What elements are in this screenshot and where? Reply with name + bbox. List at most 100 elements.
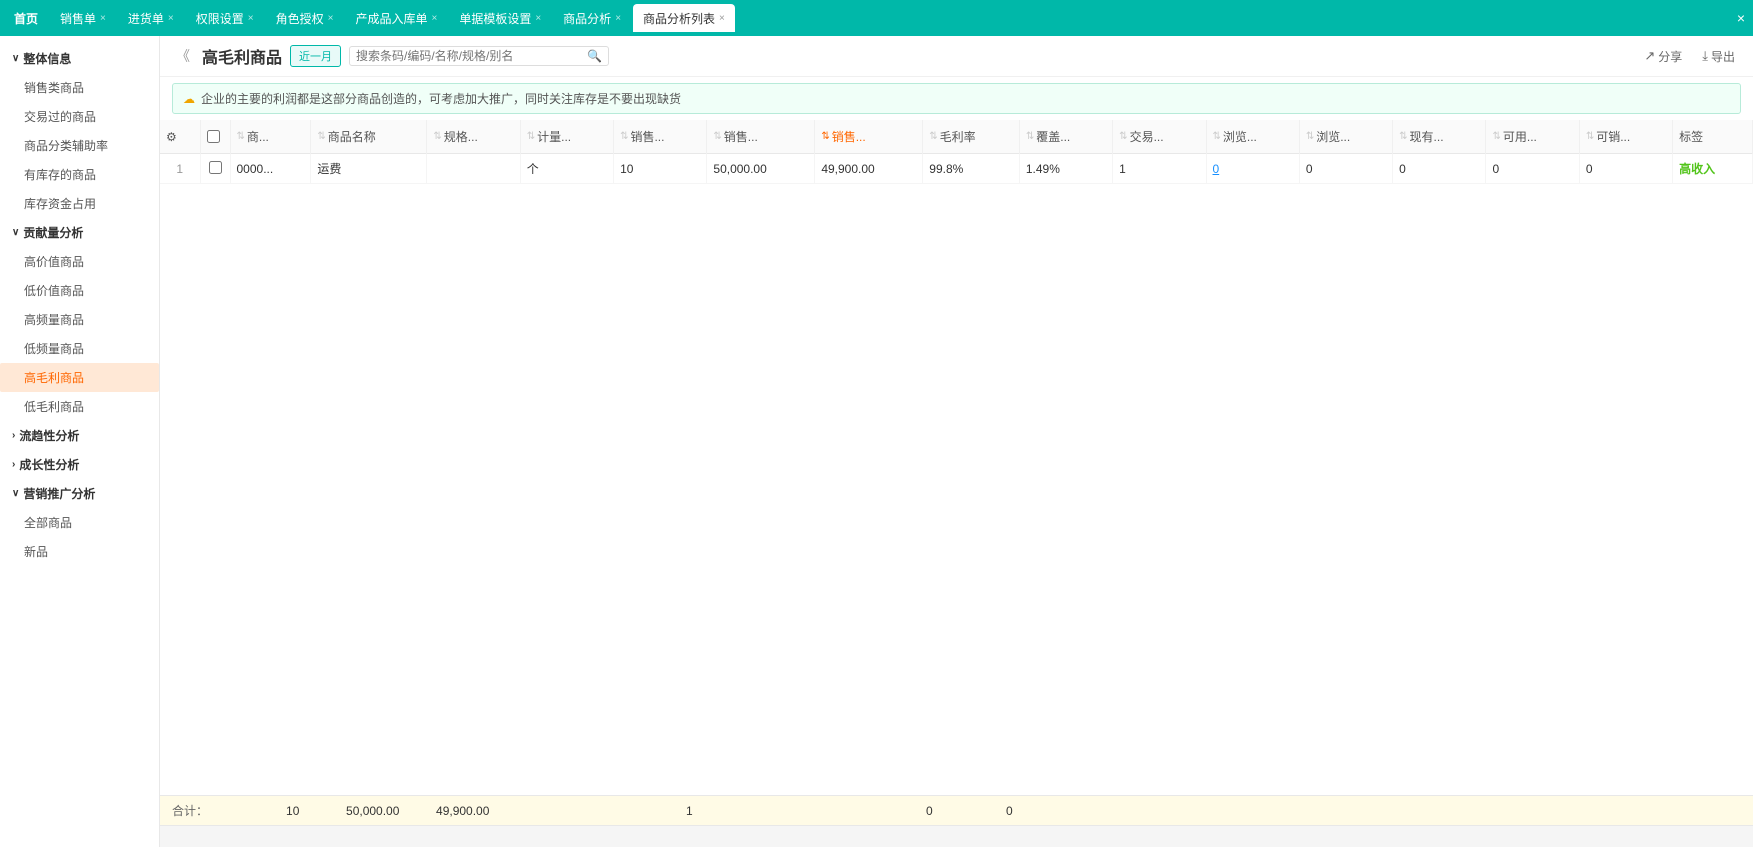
sidebar-item-high-margin[interactable]: 高毛利商品 [0,363,159,392]
info-banner: ☁ 企业的主要的利润都是这部分商品创造的，可考虑加大推广，同时关注库存是不要出现… [172,83,1741,114]
th-browse2[interactable]: ⇅ 浏览... [1299,120,1392,154]
th-tag[interactable]: 标签 [1673,120,1753,154]
tab-product-in-close[interactable]: × [431,13,437,24]
th-unit[interactable]: ⇅ 计量... [520,120,613,154]
th-current-sort-icon: ⇅ [1399,131,1407,142]
export-button[interactable]: ⤓ 导出 [1696,45,1741,68]
sidebar-group-trend[interactable]: › 流趋性分析 [0,421,159,450]
sidebar-item-inventory-goods[interactable]: 有库存的商品 [0,160,159,189]
th-sales-amount-sort-icon: ⇅ [713,131,721,142]
tab-permission-label: 权限设置 [196,10,244,27]
sidebar-item-new-goods[interactable]: 新品 [0,537,159,566]
cell-available: 0 [1486,154,1579,184]
tab-sales[interactable]: 销售单 × [50,4,116,32]
share-button[interactable]: ↗ 分享 [1638,45,1688,68]
cell-spec [427,154,520,184]
tab-permission[interactable]: 权限设置 × [186,4,264,32]
time-filter-button[interactable]: 近一月 [290,45,341,67]
th-sales-cost-sort-icon: ⇅ [821,131,829,142]
sidebar-group-wealth-label: 贡献量分析 [23,224,83,241]
cell-checkbox [200,154,230,184]
th-saleable[interactable]: ⇅ 可销... [1579,120,1672,154]
th-sales-amount[interactable]: ⇅ 销售... [707,120,815,154]
info-banner-text: 企业的主要的利润都是这部分商品创造的，可考虑加大推广，同时关注库存是不要出现缺货 [201,90,681,107]
tab-analysis-close[interactable]: × [615,13,621,24]
cell-sales-cost: 49,900.00 [815,154,923,184]
tab-role[interactable]: 角色授权 × [266,4,344,32]
search-box: 🔍 [349,46,609,66]
footer-current-val: 0 [920,804,1000,818]
arrow-wealth-icon: ∨ [12,227,19,238]
arrow-trend-icon: › [12,430,15,441]
arrow-growth-icon: › [12,459,15,470]
search-input[interactable] [356,49,587,63]
cell-code: 0000... [230,154,311,184]
tab-analysis-list[interactable]: 商品分析列表 × [633,4,735,32]
gear-icon[interactable]: ⚙ [166,130,177,144]
th-cover-sort-icon: ⇅ [1026,131,1034,142]
tab-product-in[interactable]: 产成品入库单 × [345,4,447,32]
th-current[interactable]: ⇅ 现有... [1393,120,1486,154]
sidebar-group-growth[interactable]: › 成长性分析 [0,450,159,479]
tab-role-close[interactable]: × [328,13,334,24]
tab-home-label: 首页 [14,10,38,27]
th-available[interactable]: ⇅ 可用... [1486,120,1579,154]
sidebar-item-low-margin[interactable]: 低毛利商品 [0,392,159,421]
window-close-button[interactable]: × [1737,10,1745,26]
sidebar-item-low-freq[interactable]: 低频量商品 [0,334,159,363]
th-spec[interactable]: ⇅ 规格... [427,120,520,154]
tab-purchase-close[interactable]: × [168,13,174,24]
sidebar-group-overall[interactable]: ∨ 整体信息 [0,44,159,73]
sidebar-item-traded-goods[interactable]: 交易过的商品 [0,102,159,131]
th-sales-qty[interactable]: ⇅ 销售... [614,120,707,154]
tab-template-label: 单据模板设置 [459,10,531,27]
th-browse1[interactable]: ⇅ 浏览... [1206,120,1299,154]
tab-template-close[interactable]: × [535,13,541,24]
collapse-button[interactable]: 《 [172,44,194,68]
cell-num: 1 [160,154,200,184]
th-name[interactable]: ⇅ 商品名称 [311,120,427,154]
scrollbar-area[interactable] [160,825,1753,847]
sidebar-item-analysis-assist[interactable]: 商品分类辅助率 [0,131,159,160]
share-icon: ↗ [1644,48,1655,64]
th-transaction-sort-icon: ⇅ [1119,131,1127,142]
cell-unit: 个 [520,154,613,184]
tab-analysis[interactable]: 商品分析 × [553,4,631,32]
th-code[interactable]: ⇅ 商... [230,120,311,154]
sidebar-group-overall-label: 整体信息 [23,50,71,67]
sidebar-item-low-value[interactable]: 低价值商品 [0,276,159,305]
select-all-checkbox[interactable] [207,130,220,143]
sidebar: ∨ 整体信息 销售类商品 交易过的商品 商品分类辅助率 有库存的商品 库存资金占… [0,36,160,847]
tab-analysis-list-close[interactable]: × [719,13,725,24]
sidebar-item-high-value[interactable]: 高价值商品 [0,247,159,276]
th-sales-cost[interactable]: ⇅ 销售... [815,120,923,154]
th-cover[interactable]: ⇅ 覆盖... [1019,120,1112,154]
cell-tag: 高收入 [1673,154,1753,184]
data-table: ⚙ ⇅ 商... [160,120,1753,184]
top-nav: 首页 销售单 × 进货单 × 权限设置 × 角色授权 × 产成品入库单 × 单据… [0,0,1753,36]
table-footer: 合计： 10 50,000.00 49,900.00 1 0 0 [160,795,1753,825]
sidebar-item-high-freq[interactable]: 高频量商品 [0,305,159,334]
cell-browse1[interactable]: 0 [1206,154,1299,184]
th-transaction[interactable]: ⇅ 交易... [1113,120,1206,154]
cell-sales-amount: 50,000.00 [707,154,815,184]
tab-purchase[interactable]: 进货单 × [118,4,184,32]
sidebar-item-sales-goods[interactable]: 销售类商品 [0,73,159,102]
tab-sales-close[interactable]: × [100,13,106,24]
row-checkbox[interactable] [209,161,222,174]
sidebar-item-all-goods[interactable]: 全部商品 [0,508,159,537]
tab-analysis-label: 商品分析 [563,10,611,27]
footer-sales-cost-val: 49,900.00 [430,804,520,818]
sidebar-group-marketing[interactable]: ∨ 营销推广分析 [0,479,159,508]
sidebar-item-inventory-capital[interactable]: 库存资金占用 [0,189,159,218]
th-name-sort-icon: ⇅ [317,131,325,142]
arrow-overall-icon: ∨ [12,53,19,64]
export-icon: ⤓ [1702,48,1708,64]
search-icon[interactable]: 🔍 [587,49,602,63]
tab-home[interactable]: 首页 [4,4,48,32]
tab-permission-close[interactable]: × [248,13,254,24]
sidebar-group-wealth[interactable]: ∨ 贡献量分析 [0,218,159,247]
tab-template[interactable]: 单据模板设置 × [449,4,551,32]
th-margin-rate[interactable]: ⇅ 毛利率 [923,120,1020,154]
cell-current: 0 [1393,154,1486,184]
